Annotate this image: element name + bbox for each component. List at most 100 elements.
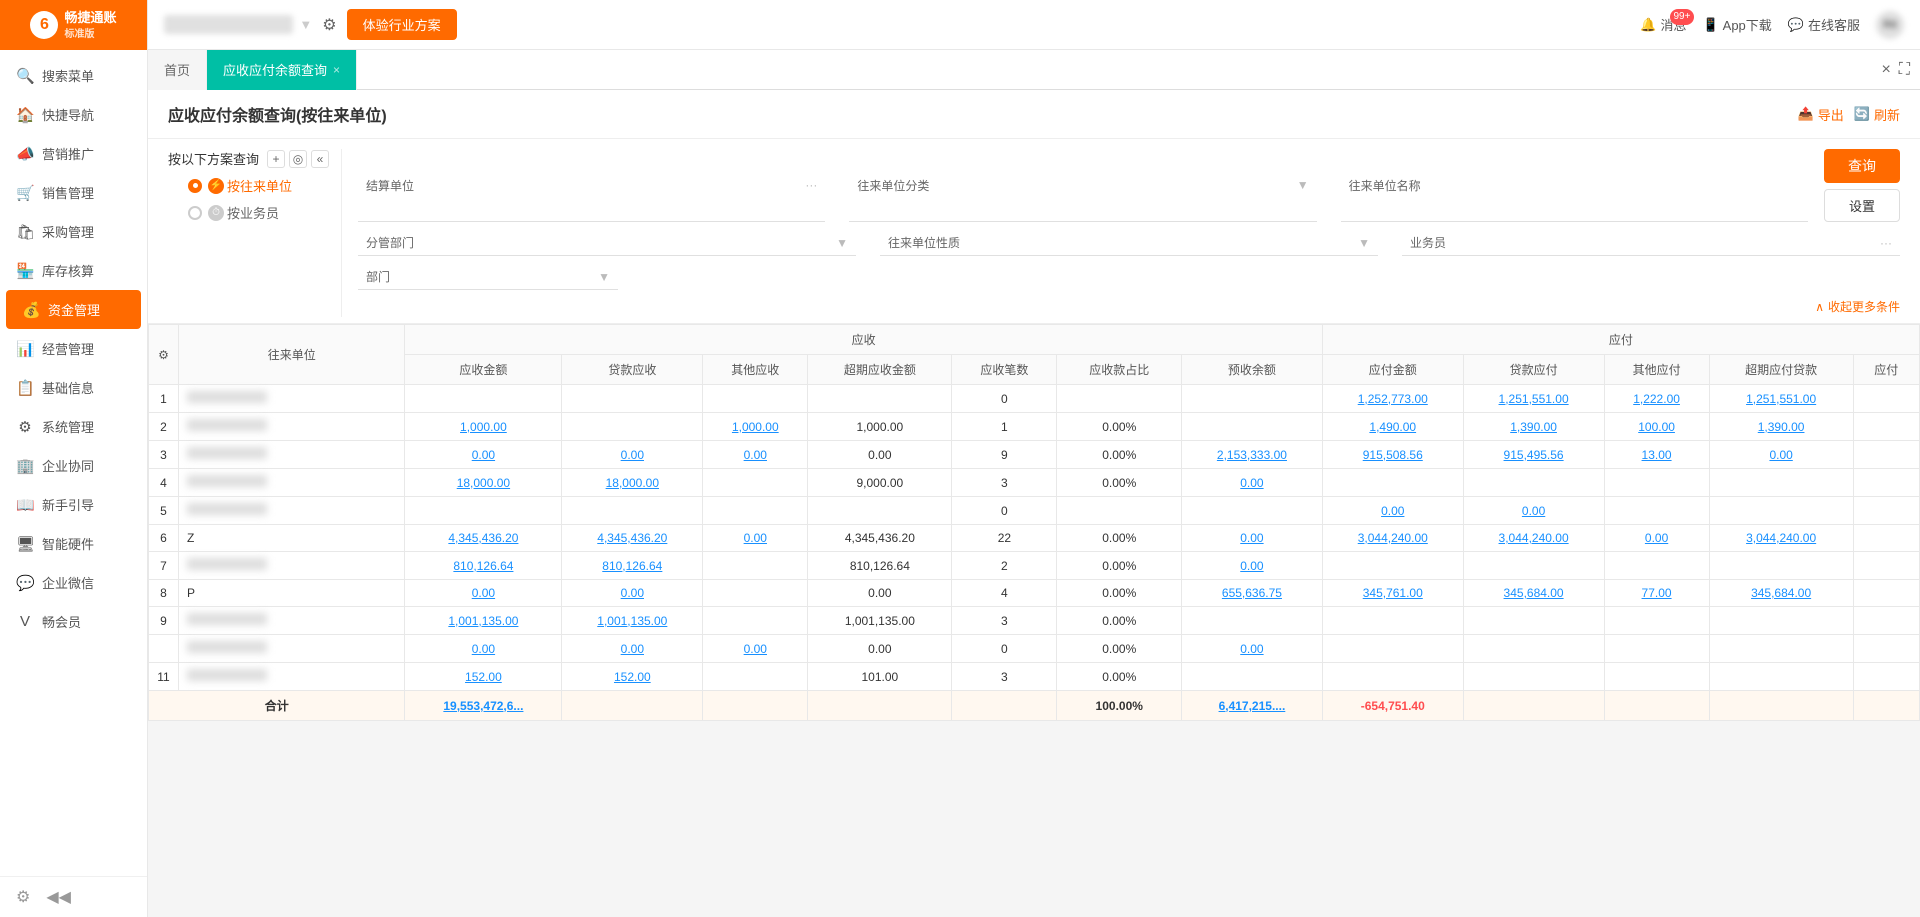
table-wrapper[interactable]: ⚙ 往来单位 应收 应付 应收金额 贷款应收 其他应收 超期应收金额 应收笔数 …: [148, 324, 1920, 721]
logo-name: 畅捷通账: [64, 10, 116, 26]
sidebar-item-operation[interactable]: 📊经营管理: [0, 329, 147, 368]
col-overdue-payable: 超期应付贷款: [1709, 355, 1853, 385]
sidebar-item-quicknav[interactable]: 🏠 快捷导航: [0, 95, 147, 134]
tab-close-icon[interactable]: ×: [333, 63, 340, 77]
header-gear-icon[interactable]: ⚙: [322, 15, 336, 35]
tab-home[interactable]: 首页: [148, 50, 207, 90]
table-container: ⚙ 往来单位 应收 应付 应收金额 贷款应收 其他应收 超期应收金额 应收笔数 …: [148, 324, 1920, 721]
total-receivable-amount[interactable]: 19,553,472,6...: [405, 691, 562, 721]
sidebar-label-inventory: 库存核算: [42, 261, 94, 280]
sidebar-nav: 🔍搜索菜单 🏠 快捷导航 📣营销推广 🛒销售管理 🛍采购管理 🏪库存核算 💰资金管…: [0, 50, 147, 876]
collapse-up-icon: ∧: [1815, 300, 1824, 314]
gear-nav-icon: ⚙: [16, 418, 34, 436]
sidebar-item-basic[interactable]: 📋 基础信息: [0, 368, 147, 407]
data-table: ⚙ 往来单位 应收 应付 应收金额 贷款应收 其他应收 超期应收金额 应收笔数 …: [148, 324, 1920, 721]
field-label-category: 往来单位分类: [857, 177, 929, 194]
tab-receivable[interactable]: 应收应付余额查询 ×: [207, 50, 357, 90]
field-settlement-unit: 结算单位 ···: [358, 149, 825, 222]
row-number: 5: [149, 497, 179, 525]
sidebar-collapse-icon[interactable]: ◀◀: [46, 887, 71, 907]
export-btn[interactable]: 📤 导出: [1798, 105, 1844, 124]
sidebar-label-quicknav: 快捷导航: [42, 105, 94, 124]
breadcrumb-blurred: XXXXXXXX: [164, 15, 293, 34]
sidebar-settings-icon[interactable]: ⚙: [16, 887, 30, 907]
field-label-nature: 往来单位性质: [888, 234, 960, 251]
money-icon: 💰: [22, 301, 40, 319]
sidebar-label-corp: 企业协同: [42, 456, 94, 475]
sidebar-item-marketing[interactable]: 📣营销推广: [0, 134, 147, 173]
field-dept: 部门 ▼: [358, 264, 618, 290]
filter-option-by-unit[interactable]: ⚡ 按往来单位: [188, 172, 329, 199]
export-label: 导出: [1818, 105, 1844, 124]
chat-icon: 💬: [16, 574, 34, 592]
total-row: 合计 19,553,472,6... 100.00% 6,417,215....…: [149, 691, 1920, 721]
scheme-collapse-icon[interactable]: «: [311, 150, 329, 168]
breadcrumb: XXXXXXXX ▼: [164, 15, 312, 34]
page-header: 应收应付余额查询(按往来单位) 📤 导出 🔄 刷新: [148, 90, 1920, 139]
app-btn[interactable]: 📱 App下载: [1702, 15, 1771, 34]
total-payable-last: [1853, 691, 1919, 721]
window-close-icon[interactable]: ×: [1881, 61, 1890, 79]
sidebar-item-sales[interactable]: 🛒销售管理: [0, 173, 147, 212]
logo-sub: 标准版: [64, 25, 116, 40]
col-settings[interactable]: ⚙: [149, 325, 179, 385]
row-number: 8: [149, 580, 179, 607]
total-ratio: 100.00%: [1057, 691, 1182, 721]
col-receivable-amount: 应收金额: [405, 355, 562, 385]
filter-option-by-staff[interactable]: ⏱ 按业务员: [188, 199, 329, 226]
filter-area: 按以下方案查询 + ◎ « ⚡: [148, 139, 1920, 324]
sidebar-item-guide[interactable]: 📖新手引导: [0, 485, 147, 524]
book-icon: 📖: [16, 496, 34, 514]
sidebar-label-basic: 基础信息: [42, 378, 94, 397]
service-label: 在线客服: [1808, 15, 1860, 34]
window-expand-icon[interactable]: ⛶: [1899, 61, 1910, 79]
row-number: 9: [149, 607, 179, 635]
logo-icon: 6: [30, 11, 58, 39]
sidebar-item-corp[interactable]: 🏢企业协同: [0, 446, 147, 485]
scheme-add-icon[interactable]: +: [267, 150, 285, 168]
sidebar-label-search: 搜索菜单: [42, 66, 94, 85]
sidebar-item-purchase[interactable]: 🛍采购管理: [0, 212, 147, 251]
refresh-btn[interactable]: 🔄 刷新: [1854, 105, 1900, 124]
option-label-unit: 按往来单位: [227, 176, 292, 195]
row-unit: Z: [179, 525, 405, 552]
table-row: 101,252,773.001,251,551.001,222.001,251,…: [149, 385, 1920, 413]
field-dots-salesman: ···: [1880, 236, 1892, 250]
settings-button[interactable]: 设置: [1824, 189, 1900, 222]
scheme-settings-icon[interactable]: ◎: [289, 150, 307, 168]
industry-btn[interactable]: 体验行业方案: [347, 9, 457, 40]
sidebar-label-sales: 销售管理: [42, 183, 94, 202]
user-avatar[interactable]: Rit: [1876, 11, 1904, 39]
service-btn[interactable]: 💬 在线客服: [1788, 15, 1860, 34]
home-icon: 🏠: [16, 106, 34, 124]
row-number: 3: [149, 441, 179, 469]
sidebar-label-operation: 经营管理: [42, 339, 94, 358]
sidebar-item-finance[interactable]: 💰资金管理: [6, 290, 141, 329]
tab-home-label: 首页: [164, 60, 190, 79]
scheme-label-text: 按以下方案查询: [168, 149, 259, 168]
col-unit-header: 往来单位: [179, 325, 405, 385]
clipboard-icon: 📋: [16, 379, 34, 397]
table-row: 91,001,135.001,001,135.001,001,135.0030.…: [149, 607, 1920, 635]
collapse-more-btn[interactable]: ∧ 收起更多条件: [1815, 298, 1900, 315]
sidebar-item-hardware[interactable]: 🖥智能硬件: [0, 524, 147, 563]
table-row: 7810,126.64810,126.64810,126.6420.00%0.0…: [149, 552, 1920, 580]
filter-buttons: 查询 设置: [1824, 149, 1900, 222]
notice-badge: 99+: [1670, 9, 1695, 25]
query-button[interactable]: 查询: [1824, 149, 1900, 183]
notice-btn[interactable]: 🔔 消息 99+: [1640, 15, 1686, 34]
sidebar-item-wechat[interactable]: 💬企业微信: [0, 563, 147, 602]
sidebar-item-inventory[interactable]: 🏪库存核算: [0, 251, 147, 290]
radio-by-staff: [188, 206, 202, 220]
total-loan-receivable: [562, 691, 703, 721]
sidebar-item-member[interactable]: V畅会员: [0, 602, 147, 641]
total-advance[interactable]: 6,417,215....: [1182, 691, 1323, 721]
export-icon: 📤: [1798, 106, 1814, 122]
sidebar-item-system[interactable]: ⚙系统管理: [0, 407, 147, 446]
radio-by-unit: [188, 179, 202, 193]
sidebar-label-hardware: 智能硬件: [42, 534, 94, 553]
field-label-settlement: 结算单位: [366, 177, 426, 194]
avatar-text: Rit: [1883, 19, 1896, 31]
filter-options: ⚡ 按往来单位 ⏱ 按业务员: [168, 168, 329, 230]
sidebar-item-search[interactable]: 🔍搜索菜单: [0, 56, 147, 95]
